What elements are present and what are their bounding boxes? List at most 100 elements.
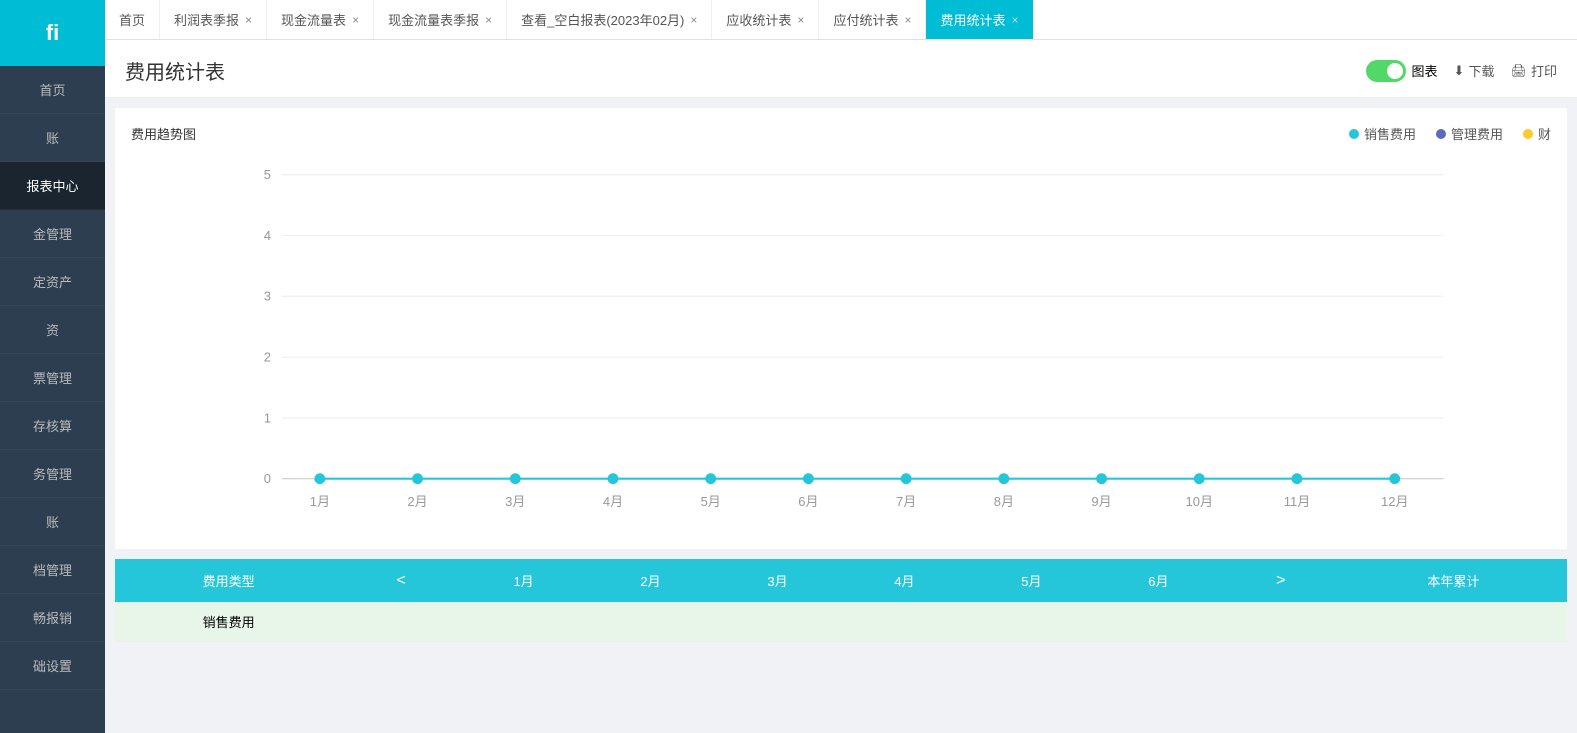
sidebar-item[interactable]: 首页 bbox=[0, 66, 105, 114]
svg-text:1: 1 bbox=[264, 410, 271, 425]
sidebar-item[interactable]: 金管理 bbox=[0, 210, 105, 258]
legend-sales-label: 销售费用 bbox=[1364, 124, 1416, 143]
tab-bar: 首页利润表季报×现金流量表×现金流量表季报×查看_空白报表(2023年02月)×… bbox=[105, 0, 1577, 40]
col-6: 6月 bbox=[1095, 559, 1222, 602]
legend-fin-dot bbox=[1523, 129, 1533, 139]
svg-text:10月: 10月 bbox=[1186, 494, 1214, 509]
sidebar-item[interactable]: 账 bbox=[0, 114, 105, 162]
chart-toggle[interactable] bbox=[1366, 60, 1406, 82]
legend-sales-dot bbox=[1349, 129, 1359, 139]
tab-close-icon[interactable]: × bbox=[485, 13, 492, 27]
legend-fin-label: 财 bbox=[1538, 124, 1551, 143]
svg-text:5月: 5月 bbox=[701, 494, 721, 509]
print-button[interactable]: 🖨 打印 bbox=[1510, 61, 1557, 80]
sidebar: fi 首页账报表中心金管理定资产资票管理存核算务管理账档管理畅报销础设置 bbox=[0, 0, 105, 733]
row-val-2 bbox=[587, 602, 714, 642]
print-icon: 🖨 bbox=[1510, 63, 1527, 79]
col-type: 费用类型 bbox=[115, 559, 342, 602]
tab-close-icon[interactable]: × bbox=[904, 13, 911, 27]
svg-text:4: 4 bbox=[264, 228, 271, 243]
col-nav-next[interactable]: > bbox=[1222, 559, 1340, 602]
row-ytd bbox=[1340, 602, 1567, 642]
download-label: 下载 bbox=[1468, 61, 1494, 80]
row-val-1 bbox=[460, 602, 587, 642]
svg-text:4月: 4月 bbox=[603, 494, 623, 509]
row-val-4 bbox=[841, 602, 968, 642]
sidebar-item[interactable]: 票管理 bbox=[0, 354, 105, 402]
svg-text:3: 3 bbox=[264, 289, 271, 304]
sidebar-item[interactable]: 定资产 bbox=[0, 258, 105, 306]
svg-text:8月: 8月 bbox=[994, 494, 1014, 509]
row-val-3 bbox=[714, 602, 841, 642]
svg-text:5: 5 bbox=[264, 167, 271, 182]
tab-item[interactable]: 现金流量表季报× bbox=[374, 0, 507, 40]
svg-text:7月: 7月 bbox=[896, 494, 916, 509]
svg-text:2: 2 bbox=[264, 349, 271, 364]
tab-close-icon[interactable]: × bbox=[352, 13, 359, 27]
chart-header: 费用趋势图 销售费用 管理费用 财 bbox=[131, 124, 1551, 143]
sidebar-item[interactable]: 存核算 bbox=[0, 402, 105, 450]
svg-text:0: 0 bbox=[264, 471, 271, 486]
chart-title: 费用趋势图 bbox=[131, 124, 196, 143]
sidebar-item[interactable]: 资 bbox=[0, 306, 105, 354]
chart-toggle-wrap: 图表 bbox=[1366, 60, 1438, 82]
page-title: 费用统计表 bbox=[125, 56, 225, 85]
legend-sales: 销售费用 bbox=[1349, 124, 1416, 143]
sidebar-item[interactable]: 报表中心 bbox=[0, 162, 105, 210]
sidebar-nav: 首页账报表中心金管理定资产资票管理存核算务管理账档管理畅报销础设置 bbox=[0, 66, 105, 733]
col-1: 1月 bbox=[460, 559, 587, 602]
header-actions: 图表 ⬇ 下载 🖨 打印 bbox=[1366, 60, 1557, 82]
col-nav-prev[interactable]: < bbox=[342, 559, 460, 602]
table-header-row: 费用类型 < 1月 2月 3月 4月 5月 6月 > 本年累计 bbox=[115, 559, 1567, 602]
table-row: 销售费用 bbox=[115, 602, 1567, 642]
prev-button[interactable]: < bbox=[393, 572, 410, 590]
row-empty-nav bbox=[342, 602, 460, 642]
svg-text:1月: 1月 bbox=[310, 494, 330, 509]
chart-toggle-label: 图表 bbox=[1412, 61, 1438, 80]
sidebar-item[interactable]: 畅报销 bbox=[0, 594, 105, 642]
print-label: 打印 bbox=[1531, 61, 1557, 80]
chart-legend: 销售费用 管理费用 财 bbox=[1349, 124, 1551, 143]
tab-item[interactable]: 应付统计表× bbox=[819, 0, 926, 40]
tab-item[interactable]: 现金流量表× bbox=[267, 0, 374, 40]
sidebar-item[interactable]: 务管理 bbox=[0, 450, 105, 498]
svg-text:12月: 12月 bbox=[1381, 494, 1409, 509]
col-ytd: 本年累计 bbox=[1340, 559, 1567, 602]
row-val-6 bbox=[1095, 602, 1222, 642]
svg-text:3月: 3月 bbox=[505, 494, 525, 509]
sidebar-item[interactable]: 档管理 bbox=[0, 546, 105, 594]
next-button[interactable]: > bbox=[1272, 572, 1289, 590]
sidebar-item[interactable]: 账 bbox=[0, 498, 105, 546]
tab-item[interactable]: 利润表季报× bbox=[160, 0, 267, 40]
col-2: 2月 bbox=[587, 559, 714, 602]
col-5: 5月 bbox=[968, 559, 1095, 602]
sidebar-item[interactable]: 础设置 bbox=[0, 642, 105, 690]
table-body: 销售费用 bbox=[115, 602, 1567, 642]
page-content: 费用统计表 图表 ⬇ 下载 🖨 打印 费用趋势图 bbox=[105, 40, 1577, 733]
tab-item[interactable]: 费用统计表× bbox=[926, 0, 1033, 40]
tab-close-icon[interactable]: × bbox=[690, 13, 697, 27]
data-table: 费用类型 < 1月 2月 3月 4月 5月 6月 > 本年累计 bbox=[115, 559, 1567, 642]
row-empty-nav2 bbox=[1222, 602, 1340, 642]
chart-section: 费用趋势图 销售费用 管理费用 财 bbox=[115, 108, 1567, 549]
legend-fin: 财 bbox=[1523, 124, 1551, 143]
svg-text:11月: 11月 bbox=[1284, 494, 1311, 509]
tab-close-icon[interactable]: × bbox=[1011, 13, 1018, 27]
tab-item[interactable]: 首页 bbox=[105, 0, 160, 40]
tab-item[interactable]: 查看_空白报表(2023年02月)× bbox=[507, 0, 712, 40]
svg-text:9月: 9月 bbox=[1091, 494, 1111, 509]
download-icon: ⬇ bbox=[1454, 63, 1465, 79]
col-3: 3月 bbox=[714, 559, 841, 602]
table-section: 费用类型 < 1月 2月 3月 4月 5月 6月 > 本年累计 bbox=[115, 559, 1567, 642]
chart-canvas: 5 4 3 2 1 0 1月 2月 3月 4月 5月 6月 7月 8月 9月 bbox=[131, 153, 1551, 533]
main-panel: 首页利润表季报×现金流量表×现金流量表季报×查看_空白报表(2023年02月)×… bbox=[105, 0, 1577, 733]
row-type: 销售费用 bbox=[115, 602, 342, 642]
tab-close-icon[interactable]: × bbox=[245, 13, 252, 27]
svg-text:6月: 6月 bbox=[798, 494, 818, 509]
download-button[interactable]: ⬇ 下载 bbox=[1454, 61, 1495, 80]
row-val-5 bbox=[968, 602, 1095, 642]
legend-mgmt-label: 管理费用 bbox=[1451, 124, 1503, 143]
tab-close-icon[interactable]: × bbox=[797, 13, 804, 27]
svg-text:2月: 2月 bbox=[407, 494, 427, 509]
tab-item[interactable]: 应收统计表× bbox=[712, 0, 819, 40]
